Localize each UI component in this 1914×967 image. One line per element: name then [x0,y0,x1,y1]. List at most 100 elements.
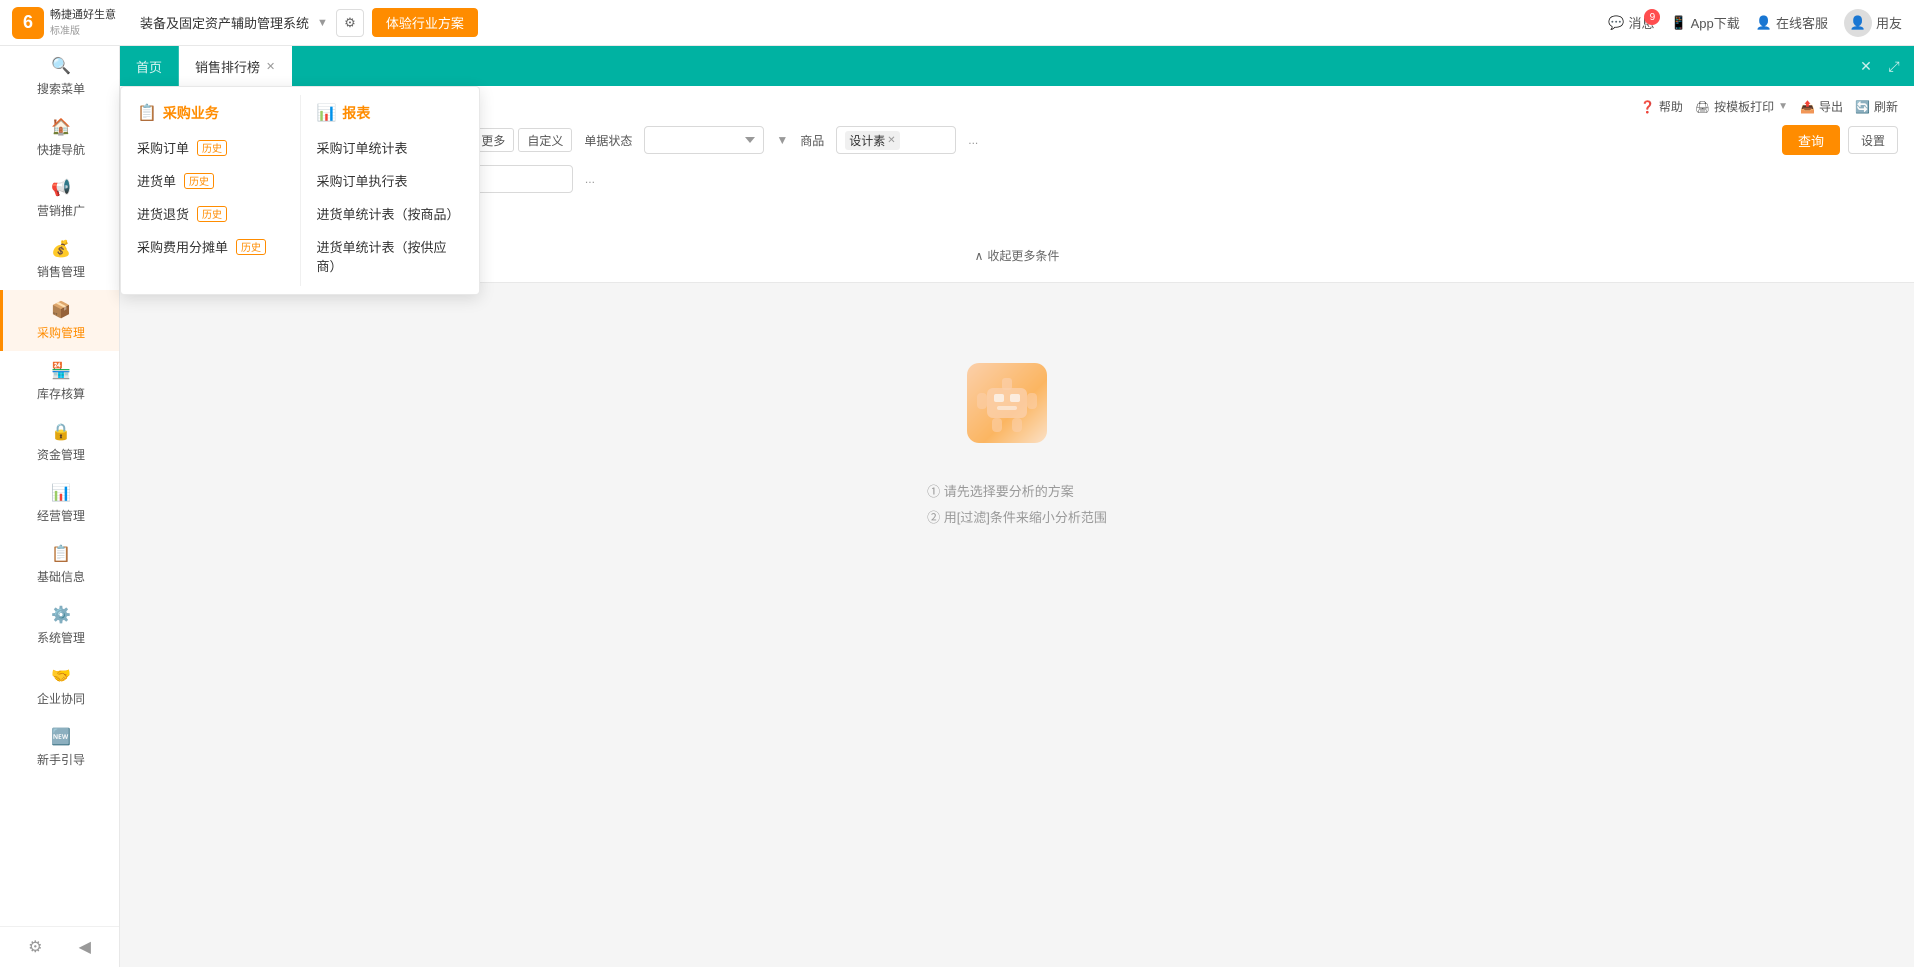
sidebar-item-inventory[interactable]: 🏪 库存核算 [0,351,119,412]
sidebar-item-system[interactable]: ⚙️ 系统管理 [0,595,119,656]
empty-hints: 请先选择要分析的方案 用[过滤]条件来缩小分析范围 [927,479,1107,531]
service-icon: 👤 [1756,15,1772,31]
print-icon: 🖨 [1695,100,1710,114]
goods-more[interactable]: ... [968,133,978,147]
sidebar-item-guide[interactable]: 🆕 新手引导 [0,717,119,778]
app-download-button[interactable]: 📱 App下载 [1670,13,1739,32]
footer-settings-icon[interactable]: ⚙ [28,937,42,957]
logo-icon: 6 [12,7,44,39]
tab-sales-rank-label: 销售排行榜 [195,57,260,76]
gear-button[interactable]: ⚙ [336,9,364,37]
template-print-button[interactable]: 🖨 按模板打印 ▼ [1695,98,1788,115]
collapse-up-arrow: ∧ [975,249,984,263]
report-section-icon: 📊 [317,103,337,123]
inventory-icon: 🏪 [51,361,71,381]
system-dropdown-arrow[interactable]: ▼ [317,17,328,29]
refresh-button[interactable]: 🔄 刷新 [1855,98,1898,115]
marketing-icon: 📢 [51,178,71,198]
menu-item-purchase-expense[interactable]: 采购费用分摊单 历史 [121,230,300,263]
online-service-button[interactable]: 👤 在线客服 [1756,13,1828,32]
sidebar-item-finance[interactable]: 🔒 资金管理 [0,412,119,473]
user-avatar: 👤 [1844,9,1872,37]
finance-icon: 🔒 [51,422,71,442]
menu-item-purchase-order-exec[interactable]: 采购订单执行表 [301,164,480,197]
menu-item-inbound-stat-goods[interactable]: 进货单统计表（按商品） [301,197,480,230]
footer-collapse-icon[interactable]: ◀ [79,937,91,957]
sidebar-item-purchase[interactable]: 📦 采购管理 [0,290,119,351]
refresh-label: 刷新 [1874,98,1898,115]
tab-bar-right: ✕ ⤢ [1854,46,1914,86]
logo-text: 畅捷通好生意 [50,8,116,22]
menu-item-purchase-return[interactable]: 进货退货 历史 [121,197,300,230]
online-service-label: 在线客服 [1776,13,1828,32]
home-icon: 🏠 [51,117,71,137]
user-name: 用友 [1876,13,1902,32]
sidebar-footer: ⚙ ◀ [0,926,119,967]
goods-tag-text: 设计素 [849,132,885,149]
sidebar-item-basic[interactable]: 📋 基础信息 [0,534,119,595]
export-button[interactable]: 📤 导出 [1800,98,1843,115]
logo-text-area: 畅捷通好生意 标准版 [50,8,116,37]
empty-hint-1: 请先选择要分析的方案 [927,479,1107,505]
query-button[interactable]: 查询 [1782,125,1840,155]
menu-item-purchase-order-stat[interactable]: 采购订单统计表 [301,131,480,164]
sidebar-item-enterprise[interactable]: 🤝 企业协同 [0,656,119,717]
quick-custom-button[interactable]: 自定义 [518,128,572,152]
filter-actions: 查询 设置 [1782,125,1898,155]
export-label: 导出 [1819,98,1843,115]
user-area[interactable]: 👤 用友 [1844,9,1902,37]
sidebar-label-quick: 快捷导航 [37,141,85,158]
tab-home[interactable]: 首页 [120,46,179,86]
message-button[interactable]: 💬 9 消息 [1608,13,1654,32]
goods-tag-close[interactable]: ✕ [887,135,895,146]
robot-svg [972,368,1042,438]
top-header: 6 畅捷通好生意 标准版 装备及固定资产辅助管理系统 ▼ ⚙ 体验行业方案 💬 … [0,0,1914,46]
message-badge: 9 [1644,9,1660,25]
sidebar-label-marketing: 营销推广 [37,202,85,219]
menu-item-inbound-stat-supplier-label: 进货单统计表（按供应商） [317,237,464,275]
template-print-label: 按模板打印 [1714,98,1774,115]
sidebar-label-enterprise: 企业协同 [37,690,85,707]
sidebar-label-system: 系统管理 [37,629,85,646]
sidebar-item-sales[interactable]: 💰 销售管理 [0,229,119,290]
report-section-title: 报表 [342,103,370,123]
purchase-order-badge: 历史 [197,140,227,156]
menu-item-purchase-order-exec-label: 采购订单执行表 [317,171,408,190]
salesperson-more[interactable]: ... [585,172,595,186]
logo-area: 6 畅捷通好生意 标准版 [12,7,132,39]
app-download-label: App下载 [1691,13,1740,32]
sidebar-label-basic: 基础信息 [37,568,85,585]
purchase-in-badge: 历史 [184,173,214,189]
tab-bar: 首页 销售排行榜 ✕ ✕ ⤢ [120,46,1914,86]
guide-icon: 🆕 [51,727,71,747]
voucher-status-more[interactable]: ▼ [776,133,788,147]
sidebar-item-quick[interactable]: 🏠 快捷导航 [0,107,119,168]
empty-robot-illustration [967,363,1047,443]
sidebar-label-finance: 资金管理 [37,446,85,463]
sidebar-item-search[interactable]: 🔍 搜索菜单 [0,46,119,107]
menu-item-inbound-stat-supplier[interactable]: 进货单统计表（按供应商） [301,230,480,282]
system-title: 装备及固定资产辅助管理系统 [140,13,309,32]
tab-close-all-button[interactable]: ✕ [1854,54,1878,78]
tab-close-icon[interactable]: ✕ [266,60,275,73]
sidebar-label-search: 搜索菜单 [37,80,85,97]
sidebar-item-marketing[interactable]: 📢 营销推广 [0,168,119,229]
menu-item-purchase-in[interactable]: 进货单 历史 [121,164,300,197]
report-menu-section: 📊 报表 采购订单统计表 采购订单执行表 进货单统计表（按商品） 进货单统计表（… [301,87,480,294]
tab-sales-rank[interactable]: 销售排行榜 ✕ [179,46,292,86]
sidebar-label-purchase: 采购管理 [37,324,85,341]
refresh-icon: 🔄 [1855,100,1870,114]
settings-button[interactable]: 设置 [1848,126,1898,154]
menu-item-purchase-order[interactable]: 采购订单 历史 [121,131,300,164]
help-button[interactable]: ❓ 帮助 [1640,98,1683,115]
basic-icon: 📋 [51,544,71,564]
menu-item-purchase-order-stat-label: 采购订单统计表 [317,138,408,157]
tab-expand-button[interactable]: ⤢ [1882,54,1906,78]
sidebar-item-operations[interactable]: 📊 经营管理 [0,473,119,534]
export-icon: 📤 [1800,100,1815,114]
sidebar-label-inventory: 库存核算 [37,385,85,402]
goods-tag-input[interactable]: 设计素 ✕ [836,126,956,154]
sidebar-label-sales: 销售管理 [37,263,85,280]
industry-button[interactable]: 体验行业方案 [372,8,478,37]
voucher-status-select[interactable] [644,126,764,154]
